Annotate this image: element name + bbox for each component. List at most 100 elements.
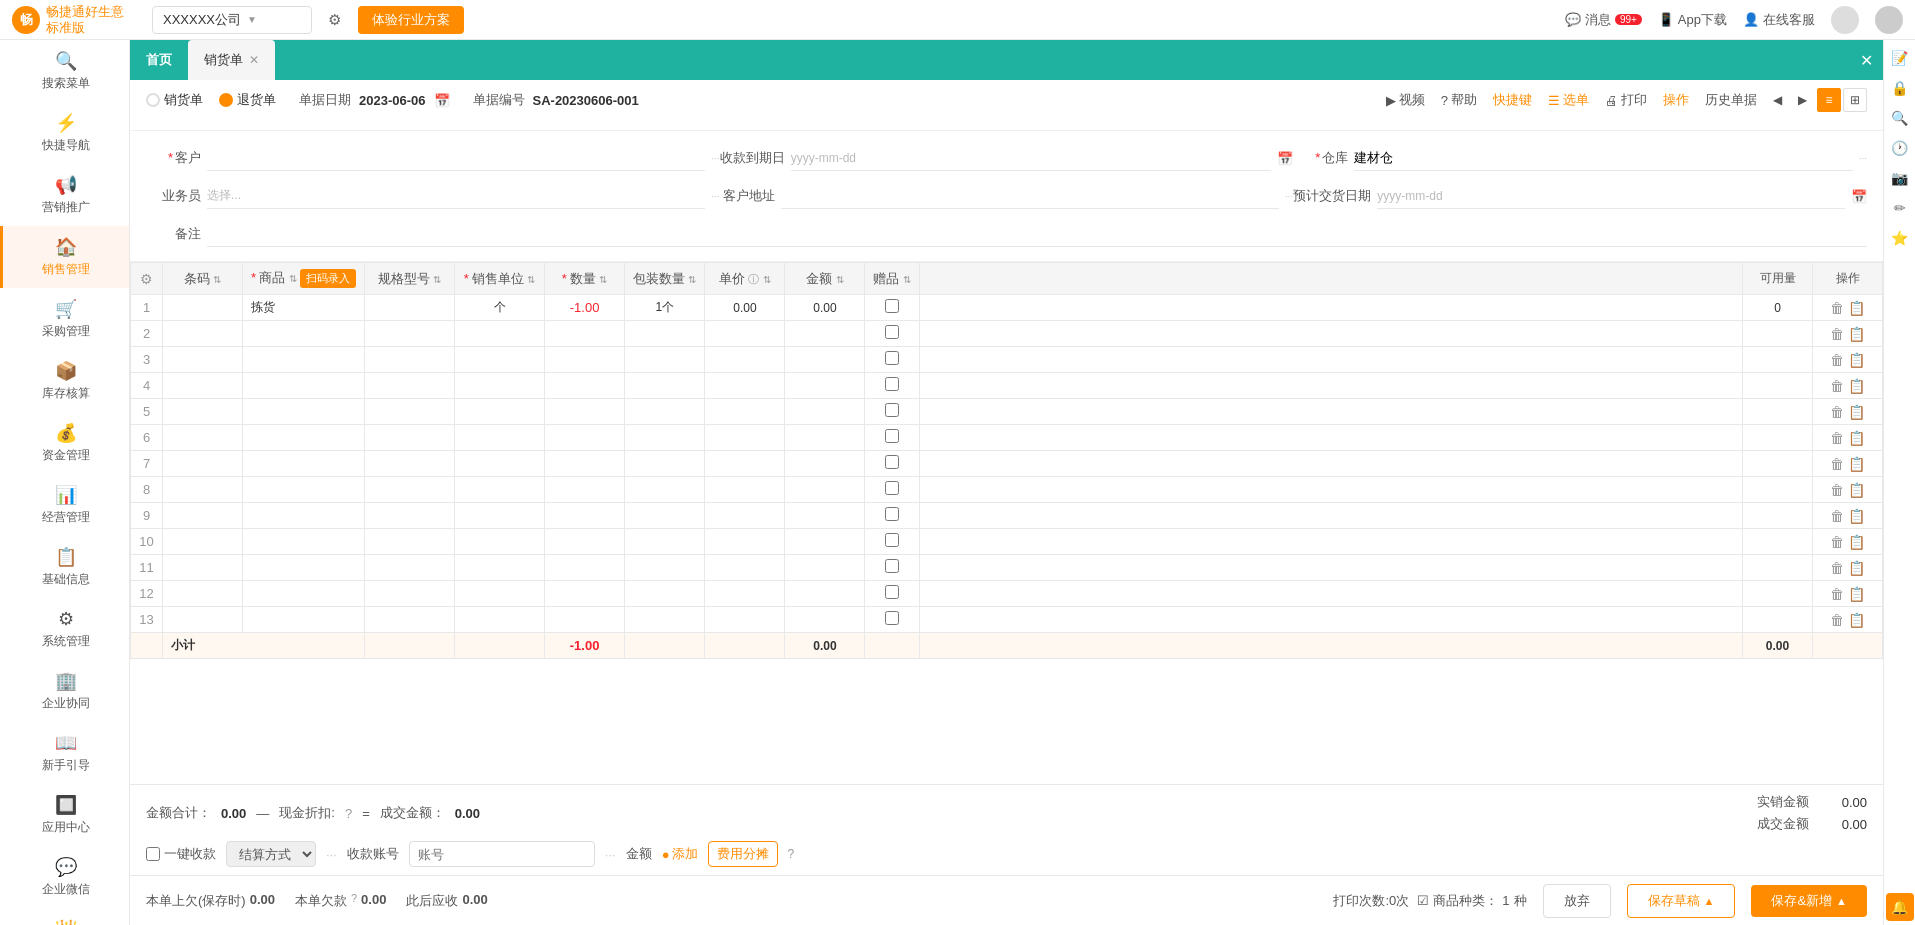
delete-icon[interactable]: 🗑 <box>1830 586 1844 602</box>
rp-edit-icon[interactable]: ✏ <box>1886 194 1914 222</box>
sidebar-item-members[interactable]: 👑 畅会员 <box>0 908 129 925</box>
sidebar-item-inventory[interactable]: 📦 库存核算 <box>0 350 129 412</box>
save-draft-button[interactable]: 保存草稿 ▲ <box>1627 884 1736 918</box>
rp-zoom-icon[interactable]: 🔍 <box>1886 104 1914 132</box>
scan-button[interactable]: 扫码录入 <box>300 269 356 288</box>
copy-icon[interactable]: 📋 <box>1848 612 1865 628</box>
print-btn[interactable]: 🖨 打印 <box>1599 88 1653 112</box>
gift-checkbox[interactable] <box>885 429 899 443</box>
discard-button[interactable]: 放弃 <box>1543 884 1611 918</box>
row-pack-qty[interactable]: 1个 <box>625 295 705 321</box>
online-service-btn[interactable]: 👤 在线客服 <box>1743 11 1815 29</box>
sales-order-radio[interactable]: 销货单 <box>146 91 203 109</box>
gift-checkbox[interactable] <box>885 585 899 599</box>
sidebar-item-search[interactable]: 🔍 搜索菜单 <box>0 40 129 102</box>
customer-dots[interactable]: ··· <box>711 153 719 164</box>
save-new-button[interactable]: 保存&新增 ▲ <box>1751 885 1867 917</box>
message-btn[interactable]: 💬 消息 99+ <box>1565 11 1642 29</box>
help-btn[interactable]: ? 帮助 <box>1435 88 1483 112</box>
settings-icon[interactable]: ⚙ <box>320 6 348 34</box>
row-unit-price[interactable]: 0.00 <box>705 295 785 321</box>
sidebar-item-purchase[interactable]: 🛒 采购管理 <box>0 288 129 350</box>
tab-home[interactable]: 首页 <box>130 40 188 80</box>
copy-icon[interactable]: 📋 <box>1848 378 1865 394</box>
trial-button[interactable]: 体验行业方案 <box>358 6 464 34</box>
copy-icon[interactable]: 📋 <box>1848 482 1865 498</box>
rp-star-icon[interactable]: ⭐ <box>1886 224 1914 252</box>
list-view-btn[interactable]: ≡ <box>1817 88 1841 112</box>
copy-icon[interactable]: 📋 <box>1848 586 1865 602</box>
delete-icon[interactable]: 🗑 <box>1830 456 1844 472</box>
row-gift[interactable] <box>865 295 919 321</box>
gift-checkbox[interactable] <box>885 559 899 573</box>
add-payment-btn[interactable]: ● 添加 <box>662 845 698 863</box>
delete-icon[interactable]: 🗑 <box>1830 482 1844 498</box>
row-barcode[interactable] <box>163 321 243 347</box>
gift-checkbox[interactable] <box>885 533 899 547</box>
sidebar-item-operations[interactable]: 📊 经营管理 <box>0 474 129 536</box>
collect-calendar-icon[interactable]: 📅 <box>1277 151 1293 166</box>
rp-note-icon[interactable]: 📝 <box>1886 44 1914 72</box>
grid-view-btn[interactable]: ⊞ <box>1843 88 1867 112</box>
row-unit[interactable] <box>455 321 545 347</box>
row-amount[interactable]: 0.00 <box>785 295 865 321</box>
row-spec[interactable] <box>365 321 455 347</box>
sidebar-item-system[interactable]: ⚙ 系统管理 <box>0 598 129 660</box>
company-selector[interactable]: XXXXXX公司 ▼ <box>152 6 312 34</box>
row-product[interactable] <box>243 321 365 347</box>
rp-history-icon[interactable]: 🕐 <box>1886 134 1914 162</box>
price-info-icon[interactable]: ⓘ <box>748 273 759 285</box>
gift-checkbox[interactable] <box>885 403 899 417</box>
row-spec[interactable] <box>365 295 455 321</box>
row-product[interactable]: 拣货 <box>243 295 365 321</box>
one-click-payment-checkbox[interactable]: 一键收款 <box>146 845 216 863</box>
copy-icon[interactable]: 📋 <box>1848 534 1865 550</box>
row-unit-price[interactable] <box>705 321 785 347</box>
copy-icon[interactable]: 📋 <box>1848 430 1865 446</box>
calendar-icon[interactable]: 📅 <box>434 93 450 108</box>
copy-icon[interactable]: 📋 <box>1848 456 1865 472</box>
sidebar-item-newbie[interactable]: 📖 新手引导 <box>0 722 129 784</box>
gift-checkbox[interactable] <box>885 455 899 469</box>
operations-btn[interactable]: 操作 <box>1657 88 1695 112</box>
sidebar-item-sales[interactable]: 🏠 销售管理 <box>0 226 129 288</box>
rp-lock-icon[interactable]: 🔒 <box>1886 74 1914 102</box>
tab-close-all-icon[interactable]: ✕ <box>1860 51 1883 70</box>
return-order-radio[interactable]: 退货单 <box>219 91 276 109</box>
copy-icon[interactable]: 📋 <box>1848 404 1865 420</box>
expense-help-icon[interactable]: ? <box>788 847 795 861</box>
row-gift[interactable] <box>865 321 919 347</box>
overdue-info-icon[interactable]: ? <box>351 892 357 910</box>
settlement-dots[interactable]: ··· <box>326 847 337 862</box>
rp-camera-icon[interactable]: 📷 <box>1886 164 1914 192</box>
settlement-method-select[interactable]: 结算方式 <box>226 841 316 867</box>
video-btn[interactable]: ▶ 视频 <box>1380 88 1431 112</box>
delete-icon[interactable]: 🗑 <box>1830 404 1844 420</box>
product-kind-selector[interactable]: ☑ 商品种类： 1 种 <box>1417 892 1526 910</box>
row-unit[interactable]: 个 <box>455 295 545 321</box>
copy-icon[interactable]: 📋 <box>1848 508 1865 524</box>
app-download-btn[interactable]: 📱 App下载 <box>1658 11 1727 29</box>
row-barcode[interactable] <box>163 295 243 321</box>
gift-checkbox[interactable] <box>885 351 899 365</box>
sidebar-item-enterprise[interactable]: 🏢 企业协同 <box>0 660 129 722</box>
account-input[interactable] <box>409 841 595 867</box>
address-dots[interactable]: ··· <box>1285 191 1293 202</box>
copy-icon[interactable]: 📋 <box>1848 560 1865 576</box>
account-dots[interactable]: ··· <box>605 847 616 862</box>
row-qty[interactable]: -1.00 <box>545 295 625 321</box>
expense-split-btn[interactable]: 费用分摊 <box>708 841 778 867</box>
avatar[interactable] <box>1831 6 1859 34</box>
tab-sales-order[interactable]: 销货单 ✕ <box>188 40 275 80</box>
gift-checkbox[interactable] <box>885 481 899 495</box>
tab-close-icon[interactable]: ✕ <box>249 53 259 67</box>
gift-checkbox[interactable] <box>885 377 899 391</box>
help-icon-discount[interactable]: ? <box>345 806 352 821</box>
delete-icon[interactable]: 🗑 <box>1830 560 1844 576</box>
th-settings[interactable]: ⚙ <box>131 263 163 295</box>
gift-checkbox[interactable] <box>885 611 899 625</box>
one-click-checkbox[interactable] <box>146 847 160 861</box>
select-btn[interactable]: ☰ 选单 <box>1542 88 1595 112</box>
delete-icon[interactable]: 🗑 <box>1830 612 1844 628</box>
nav-next-btn[interactable]: ▶ <box>1792 90 1813 110</box>
